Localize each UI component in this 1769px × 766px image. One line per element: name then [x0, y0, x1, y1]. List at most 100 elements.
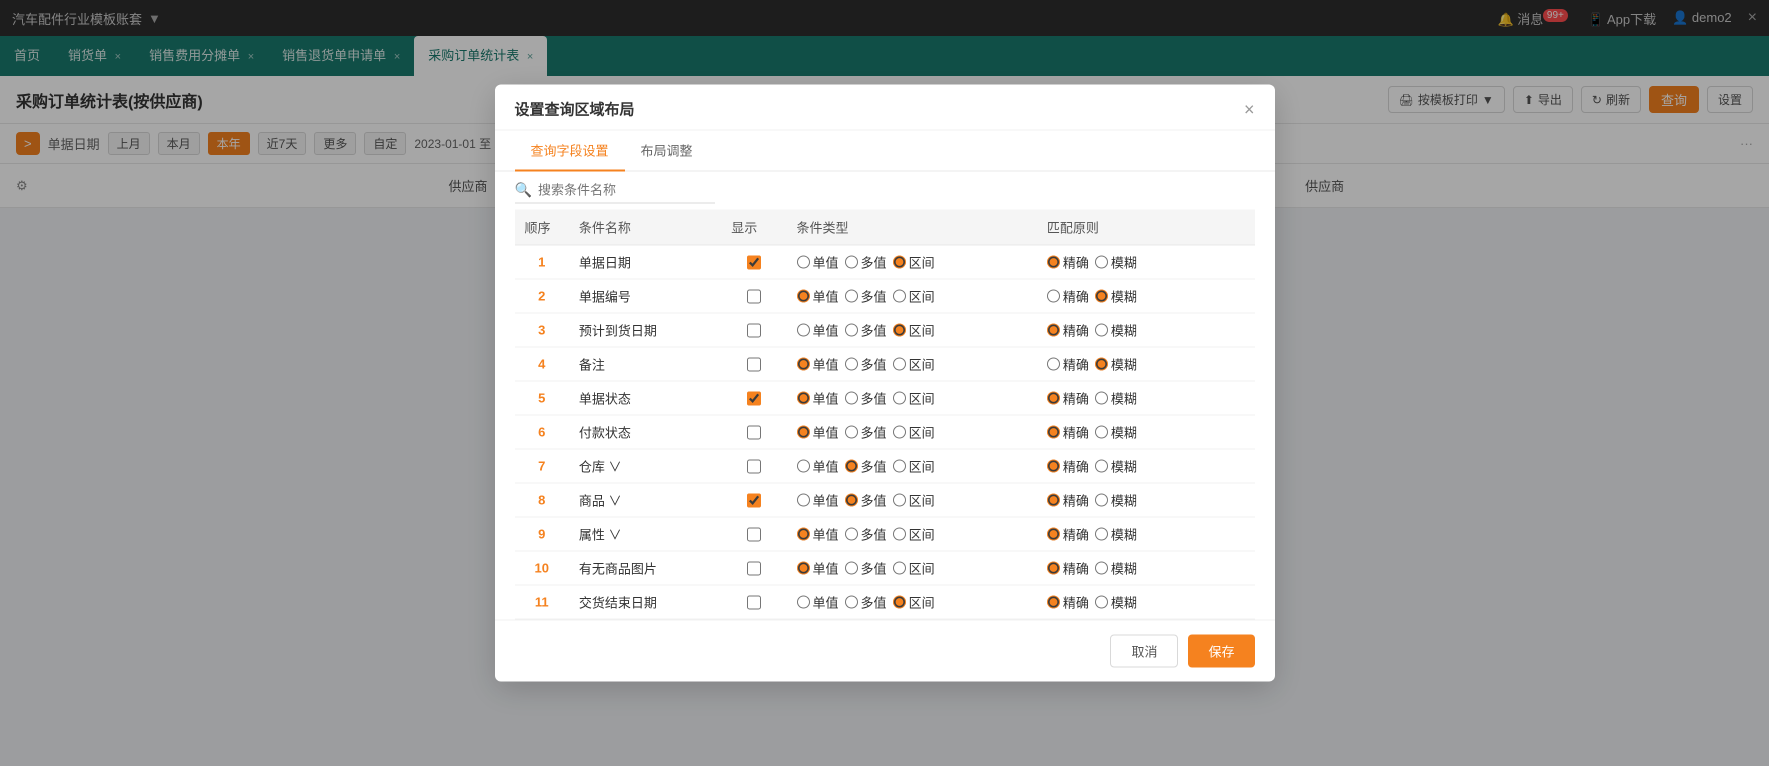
type-option-单值[interactable]: 单值 — [797, 525, 839, 544]
cell-type: 单值多值区间 — [787, 381, 1037, 415]
rule-option-精确[interactable]: 精确 — [1047, 559, 1089, 578]
type-option-多值[interactable]: 多值 — [845, 389, 887, 408]
type-option-区间[interactable]: 区间 — [893, 389, 935, 408]
rule-option-精确[interactable]: 精确 — [1047, 593, 1089, 612]
show-checkbox-10[interactable] — [747, 561, 761, 575]
show-checkbox-8[interactable] — [747, 493, 761, 507]
type-option-区间[interactable]: 区间 — [893, 423, 935, 442]
type-option-区间[interactable]: 区间 — [893, 355, 935, 374]
rule-option-模糊[interactable]: 模糊 — [1095, 559, 1137, 578]
type-option-多值[interactable]: 多值 — [845, 559, 887, 578]
cell-name: 属性 ∨ — [569, 517, 721, 551]
cell-rule: 精确模糊 — [1037, 483, 1255, 517]
type-option-多值[interactable]: 多值 — [845, 321, 887, 340]
rule-option-模糊[interactable]: 模糊 — [1095, 593, 1137, 612]
cell-type: 单值多值区间 — [787, 415, 1037, 449]
rule-option-模糊[interactable]: 模糊 — [1095, 423, 1137, 442]
show-checkbox-2[interactable] — [747, 289, 761, 303]
rule-option-模糊[interactable]: 模糊 — [1095, 253, 1137, 272]
rule-option-模糊[interactable]: 模糊 — [1095, 355, 1137, 374]
show-checkbox-9[interactable] — [747, 527, 761, 541]
cell-rule: 精确模糊 — [1037, 381, 1255, 415]
type-option-单值[interactable]: 单值 — [797, 389, 839, 408]
cell-rule: 精确模糊 — [1037, 551, 1255, 585]
type-option-单值[interactable]: 单值 — [797, 593, 839, 612]
cell-rule: 精确模糊 — [1037, 279, 1255, 313]
cell-type: 单值多值区间 — [787, 279, 1037, 313]
table-row: 5单据状态单值多值区间精确模糊 — [515, 381, 1255, 415]
th-show: 显示 — [721, 210, 786, 246]
show-checkbox-4[interactable] — [747, 357, 761, 371]
type-option-单值[interactable]: 单值 — [797, 457, 839, 476]
type-option-单值[interactable]: 单值 — [797, 491, 839, 510]
cell-name: 单据状态 — [569, 381, 721, 415]
type-option-多值[interactable]: 多值 — [845, 525, 887, 544]
type-option-单值[interactable]: 单值 — [797, 321, 839, 340]
rule-option-模糊[interactable]: 模糊 — [1095, 321, 1137, 340]
rule-option-精确[interactable]: 精确 — [1047, 321, 1089, 340]
type-option-区间[interactable]: 区间 — [893, 491, 935, 510]
rule-option-精确[interactable]: 精确 — [1047, 457, 1089, 476]
cell-show — [721, 551, 786, 585]
cell-rule: 精确模糊 — [1037, 415, 1255, 449]
rule-option-模糊[interactable]: 模糊 — [1095, 525, 1137, 544]
show-checkbox-3[interactable] — [747, 323, 761, 337]
cell-show — [721, 415, 786, 449]
type-option-单值[interactable]: 单值 — [797, 423, 839, 442]
rule-option-精确[interactable]: 精确 — [1047, 355, 1089, 374]
table-row: 10有无商品图片单值多值区间精确模糊 — [515, 551, 1255, 585]
modal-close-btn[interactable]: × — [1244, 100, 1255, 118]
cancel-btn[interactable]: 取消 — [1110, 635, 1178, 668]
type-option-区间[interactable]: 区间 — [893, 559, 935, 578]
table-row: 11交货结束日期单值多值区间精确模糊 — [515, 585, 1255, 619]
modal-tab-fields[interactable]: 查询字段设置 — [515, 131, 625, 172]
rule-option-精确[interactable]: 精确 — [1047, 389, 1089, 408]
type-option-区间[interactable]: 区间 — [893, 593, 935, 612]
show-checkbox-7[interactable] — [747, 459, 761, 473]
cell-type: 单值多值区间 — [787, 483, 1037, 517]
rule-option-模糊[interactable]: 模糊 — [1095, 389, 1137, 408]
search-input[interactable] — [538, 183, 698, 198]
type-option-多值[interactable]: 多值 — [845, 491, 887, 510]
cell-rule: 精确模糊 — [1037, 585, 1255, 619]
cell-show — [721, 381, 786, 415]
type-option-区间[interactable]: 区间 — [893, 457, 935, 476]
rule-option-精确[interactable]: 精确 — [1047, 525, 1089, 544]
type-option-单值[interactable]: 单值 — [797, 355, 839, 374]
type-option-多值[interactable]: 多值 — [845, 423, 887, 442]
type-option-多值[interactable]: 多值 — [845, 287, 887, 306]
type-option-多值[interactable]: 多值 — [845, 457, 887, 476]
cell-show — [721, 347, 786, 381]
type-option-多值[interactable]: 多值 — [845, 253, 887, 272]
cell-rule: 精确模糊 — [1037, 517, 1255, 551]
type-option-单值[interactable]: 单值 — [797, 287, 839, 306]
cell-order: 6 — [515, 415, 569, 449]
cell-name: 交货结束日期 — [569, 585, 721, 619]
type-option-单值[interactable]: 单值 — [797, 559, 839, 578]
type-option-单值[interactable]: 单值 — [797, 253, 839, 272]
cell-name: 商品 ∨ — [569, 483, 721, 517]
type-option-多值[interactable]: 多值 — [845, 355, 887, 374]
rule-option-模糊[interactable]: 模糊 — [1095, 287, 1137, 306]
search-icon: 🔍 — [515, 182, 532, 199]
modal-tab-layout[interactable]: 布局调整 — [625, 131, 709, 172]
rule-option-模糊[interactable]: 模糊 — [1095, 491, 1137, 510]
type-option-多值[interactable]: 多值 — [845, 593, 887, 612]
rule-option-精确[interactable]: 精确 — [1047, 423, 1089, 442]
type-option-区间[interactable]: 区间 — [893, 525, 935, 544]
type-option-区间[interactable]: 区间 — [893, 321, 935, 340]
modal-header: 设置查询区域布局 × — [495, 85, 1275, 131]
rule-option-模糊[interactable]: 模糊 — [1095, 457, 1137, 476]
rule-option-精确[interactable]: 精确 — [1047, 287, 1089, 306]
show-checkbox-11[interactable] — [747, 595, 761, 609]
type-option-区间[interactable]: 区间 — [893, 287, 935, 306]
save-btn[interactable]: 保存 — [1188, 635, 1254, 668]
show-checkbox-1[interactable] — [747, 255, 761, 269]
show-checkbox-5[interactable] — [747, 391, 761, 405]
type-option-区间[interactable]: 区间 — [893, 253, 935, 272]
show-checkbox-6[interactable] — [747, 425, 761, 439]
rule-option-精确[interactable]: 精确 — [1047, 491, 1089, 510]
cell-show — [721, 483, 786, 517]
cell-name: 备注 — [569, 347, 721, 381]
rule-option-精确[interactable]: 精确 — [1047, 253, 1089, 272]
